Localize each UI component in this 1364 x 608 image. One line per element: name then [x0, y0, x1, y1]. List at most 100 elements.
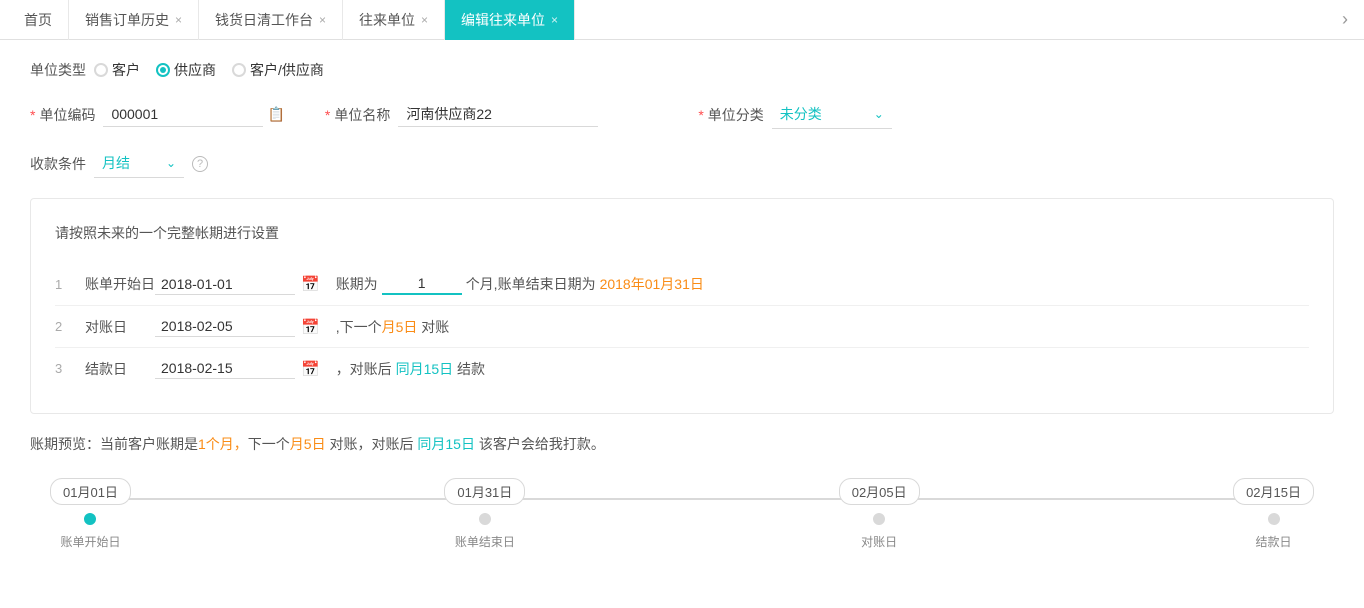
table-row: 1 账单开始日 📅 账期为 个月,账单结束日期为 2018年01月31日 [55, 263, 1309, 306]
preview-prefix: 账期预览：当前客户账期是 [30, 436, 198, 452]
row-num-1: 1 [55, 277, 85, 292]
timeline-node-2: 01月31日 账单结束日 [444, 478, 525, 550]
tab-bar: 首页 销售订单历史 × 钱货日清工作台 × 往来单位 × 编辑往来单位 × › [0, 0, 1364, 40]
close-tab-cash[interactable]: × [319, 13, 326, 27]
preview-mid: 下一个 [248, 436, 290, 452]
field-label-2: 对账日 [85, 317, 155, 337]
payment-cond-dropdown-icon: ⌄ [166, 156, 176, 170]
unit-name-item: * 单位名称 [325, 102, 598, 127]
timeline-label-1: 账单开始日 [60, 533, 120, 550]
reconcile-date-input[interactable] [155, 316, 295, 337]
unit-info-row: * 单位编码 📋 * 单位名称 * 单位分类 未分类 ⌄ [30, 100, 1334, 129]
field-label-3: 结款日 [85, 359, 155, 379]
unit-type-label: 单位类型 [30, 60, 86, 80]
settings-card: 请按照未来的一个完整帐期进行设置 1 账单开始日 📅 账期为 个月,账单结束日期… [30, 198, 1334, 414]
calendar-icon-1[interactable]: 📅 [301, 275, 320, 293]
unit-classify-select[interactable]: 未分类 ⌄ [772, 100, 892, 129]
unit-code-item: * 单位编码 📋 [30, 102, 285, 127]
start-date-input[interactable] [155, 274, 295, 295]
payment-highlight: 同月15日 [396, 361, 454, 377]
required-star-name: * [325, 107, 330, 123]
timeline-pill-1: 01月01日 [50, 478, 131, 505]
table-row: 2 对账日 📅 ,下一个月5日 对账 [55, 306, 1309, 348]
preview-pay-date: 同月15日 [413, 436, 474, 452]
payment-cond-select[interactable]: 月结 ⌄ [94, 149, 184, 178]
card-instruction: 请按照未来的一个完整帐期进行设置 [55, 223, 1309, 243]
preview-suffix: 该客户会给我打款。 [475, 436, 605, 452]
preview-section: 账期预览：当前客户账期是1个月，下一个月5日 对账，对账后 同月15日 该客户会… [30, 434, 1334, 454]
copy-icon[interactable]: 📋 [267, 106, 284, 123]
timeline-dot-4 [1268, 513, 1280, 525]
unit-classify-value: 未分类 [780, 104, 866, 124]
period-table: 1 账单开始日 📅 账期为 个月,账单结束日期为 2018年01月31日 2 对… [55, 263, 1309, 389]
required-star-classify: * [698, 107, 703, 123]
row-num-2: 2 [55, 319, 85, 334]
timeline-dot-1 [84, 513, 96, 525]
tab-more-icon[interactable]: › [1334, 9, 1356, 30]
unit-type-form-item: 单位类型 客户 供应商 客户/供应商 [30, 60, 324, 80]
close-tab-edit-partner[interactable]: × [551, 13, 558, 27]
period-end-date: 2018年01月31日 [600, 274, 704, 294]
preview-mid2: 对账，对账后 [326, 436, 414, 452]
period-prefix: 账期为 [336, 274, 378, 294]
payment-cond-value: 月结 [102, 153, 158, 173]
help-icon[interactable]: ? [192, 156, 208, 172]
tab-partner-units[interactable]: 往来单位 × [343, 0, 445, 40]
timeline-label-4: 结款日 [1256, 533, 1292, 550]
period-input[interactable] [382, 273, 462, 295]
tab-cash-work[interactable]: 钱货日清工作台 × [199, 0, 343, 40]
radio-circle-supplier [156, 63, 170, 77]
reconcile-prefix: ,下一个 [336, 319, 382, 335]
radio-both[interactable]: 客户/供应商 [232, 60, 324, 80]
required-star-code: * [30, 107, 35, 123]
table-row: 3 结款日 📅 ，对账后 同月15日 结款 [55, 348, 1309, 389]
period-desc: 账期为 个月,账单结束日期为 2018年01月31日 [336, 273, 704, 295]
payment-cond-label: 收款条件 [30, 154, 86, 174]
payment-date-input[interactable] [155, 358, 295, 379]
timeline-label-2: 账单结束日 [455, 533, 515, 550]
reconcile-date-input-wrap: 📅 [155, 316, 320, 337]
close-tab-partner[interactable]: × [421, 13, 428, 27]
timeline-nodes: 01月01日 账单开始日 01月31日 账单结束日 02月05日 对账日 02月… [50, 478, 1314, 550]
payment-prefix: ，对账后 [336, 361, 396, 377]
main-content: 单位类型 客户 供应商 客户/供应商 * 单位编码 [0, 40, 1364, 608]
reconcile-desc: ,下一个月5日 对账 [336, 317, 450, 337]
timeline-dot-3 [873, 513, 885, 525]
tab-sales-order-history[interactable]: 销售订单历史 × [69, 0, 199, 40]
preview-period: 1个月， [198, 436, 248, 452]
close-tab-sales[interactable]: × [175, 13, 182, 27]
timeline-dot-2 [479, 513, 491, 525]
timeline-label-3: 对账日 [861, 533, 897, 550]
timeline-node-3: 02月05日 对账日 [839, 478, 920, 550]
tab-home[interactable]: 首页 [8, 0, 69, 40]
payment-desc: ，对账后 同月15日 结款 [336, 359, 485, 379]
row-num-3: 3 [55, 361, 85, 376]
field-label-1: 账单开始日 [85, 274, 155, 294]
calendar-icon-2[interactable]: 📅 [301, 318, 320, 336]
payment-cond-row: 收款条件 月结 ⌄ ? [30, 149, 1334, 178]
reconcile-highlight: 月5日 [382, 319, 418, 335]
radio-circle-both [232, 63, 246, 77]
timeline-container: 01月01日 账单开始日 01月31日 账单结束日 02月05日 对账日 02月… [30, 478, 1334, 550]
unit-type-radio-group: 客户 供应商 客户/供应商 [94, 60, 324, 80]
unit-code-label: 单位编码 [39, 105, 95, 125]
timeline-pill-4: 02月15日 [1233, 478, 1314, 505]
timeline-pill-2: 01月31日 [444, 478, 525, 505]
timeline-node-4: 02月15日 结款日 [1233, 478, 1314, 550]
unit-name-input[interactable] [398, 102, 598, 127]
radio-circle-customer [94, 63, 108, 77]
reconcile-suffix: 对账 [417, 319, 449, 335]
classify-dropdown-icon: ⌄ [874, 107, 884, 121]
period-suffix: 个月,账单结束日期为 [466, 274, 596, 294]
payment-cond-item: 收款条件 月结 ⌄ ? [30, 149, 208, 178]
timeline-pill-3: 02月05日 [839, 478, 920, 505]
unit-classify-item: * 单位分类 未分类 ⌄ [698, 100, 891, 129]
radio-customer[interactable]: 客户 [94, 60, 140, 80]
payment-suffix: 结款 [453, 361, 485, 377]
unit-name-label: 单位名称 [334, 105, 390, 125]
payment-date-input-wrap: 📅 [155, 358, 320, 379]
tab-edit-partner[interactable]: 编辑往来单位 × [445, 0, 575, 40]
calendar-icon-3[interactable]: 📅 [301, 360, 320, 378]
radio-supplier[interactable]: 供应商 [156, 60, 216, 80]
unit-code-input[interactable] [103, 102, 263, 127]
